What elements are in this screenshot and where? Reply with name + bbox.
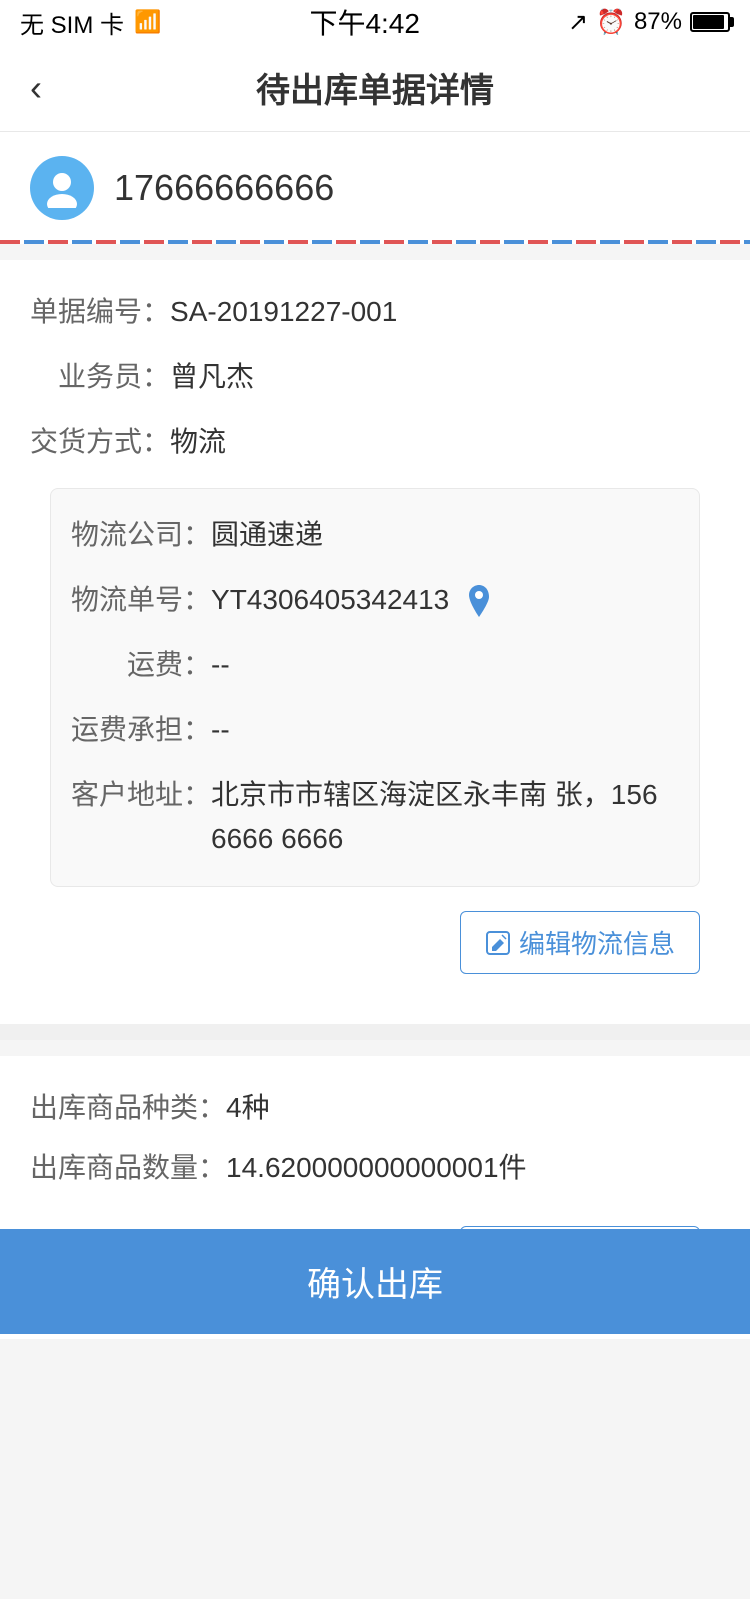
avatar [30,156,94,220]
page-title: 待出库单据详情 [256,63,494,112]
bottom-spacer [0,1339,750,1489]
logistics-card: 物流公司： 圆通速递 物流单号： YT43064053424​13 运费： [50,488,700,887]
goods-quantity-label: 出库商品数量： [30,1146,226,1186]
logistics-company-label: 物流公司： [71,513,211,558]
order-number-value: SA-20191227-001 [170,290,720,335]
goods-type-row: 出库商品种类： 4种 [30,1086,720,1126]
goods-quantity-value: 14.620000000000001件 [226,1146,720,1186]
back-button[interactable]: ‹ [30,67,42,109]
address-row: 客户地址： 北京市市辖区海淀区永丰南 张，156 6666 6666 [71,773,679,863]
delivery-value: 物流 [170,420,720,465]
user-icon [42,168,82,208]
map-pin-icon[interactable] [461,583,497,619]
edit-logistics-button[interactable]: 编辑物流信息 [460,911,700,974]
status-time: 下午4:42 [309,2,420,42]
edit-logistics-btn-wrap: 编辑物流信息 [30,911,720,994]
salesman-row: 业务员： 曾凡杰 [30,355,720,400]
edit-logistics-label: 编辑物流信息 [519,924,675,961]
dashed-divider [0,240,750,244]
status-left: 无 SIM 卡 📶 [20,5,161,40]
freight-bearer-row: 运费承担： -- [71,708,679,753]
freight-value: -- [211,643,679,688]
salesman-label: 业务员： [30,355,170,400]
order-number-row: 单据编号： SA-20191227-001 [30,290,720,335]
order-info-section: 单据编号： SA-20191227-001 业务员： 曾凡杰 交货方式： 物流 … [0,260,750,1024]
logistics-company-value: 圆通速递 [211,513,679,558]
location-status-icon: ↗ [568,8,588,37]
address-value: 北京市市辖区海淀区永丰南 张，156 6666 6666 [211,773,679,863]
logistics-tracking-value: YT43064053424​13 [211,578,679,623]
goods-type-label: 出库商品种类： [30,1086,226,1126]
delivery-label: 交货方式： [30,420,170,465]
order-number-label: 单据编号： [30,290,170,335]
freight-bearer-label: 运费承担： [71,708,211,753]
goods-type-value: 4种 [226,1086,720,1126]
freight-bearer-value: -- [211,708,679,753]
battery-percentage: 87% [634,8,682,36]
confirm-button-wrap[interactable]: 确认出库 [0,1229,750,1334]
address-label: 客户地址： [71,773,211,818]
battery-icon [690,12,730,32]
status-bar: 无 SIM 卡 📶 下午4:42 ↗ ⏰ 87% [0,0,750,44]
salesman-value: 曾凡杰 [170,355,720,400]
wifi-icon: 📶 [134,9,161,35]
customer-phone: 17666666666 [114,167,334,209]
alarm-icon: ⏰ [596,8,626,37]
edit-icon [485,930,511,956]
freight-row: 运费： -- [71,643,679,688]
carrier-label: 无 SIM 卡 [20,5,124,40]
confirm-button-label: 确认出库 [307,1266,443,1304]
freight-label: 运费： [71,643,211,688]
logistics-company-row: 物流公司： 圆通速递 [71,513,679,558]
goods-quantity-row: 出库商品数量： 14.620000000000001件 [30,1146,720,1186]
logistics-tracking-row: 物流单号： YT43064053424​13 [71,578,679,623]
logistics-tracking-label: 物流单号： [71,578,211,623]
status-right: ↗ ⏰ 87% [568,8,730,37]
nav-bar: ‹ 待出库单据详情 [0,44,750,132]
section-divider [0,1024,750,1040]
customer-header: 17666666666 [0,132,750,244]
delivery-row: 交货方式： 物流 [30,420,720,465]
